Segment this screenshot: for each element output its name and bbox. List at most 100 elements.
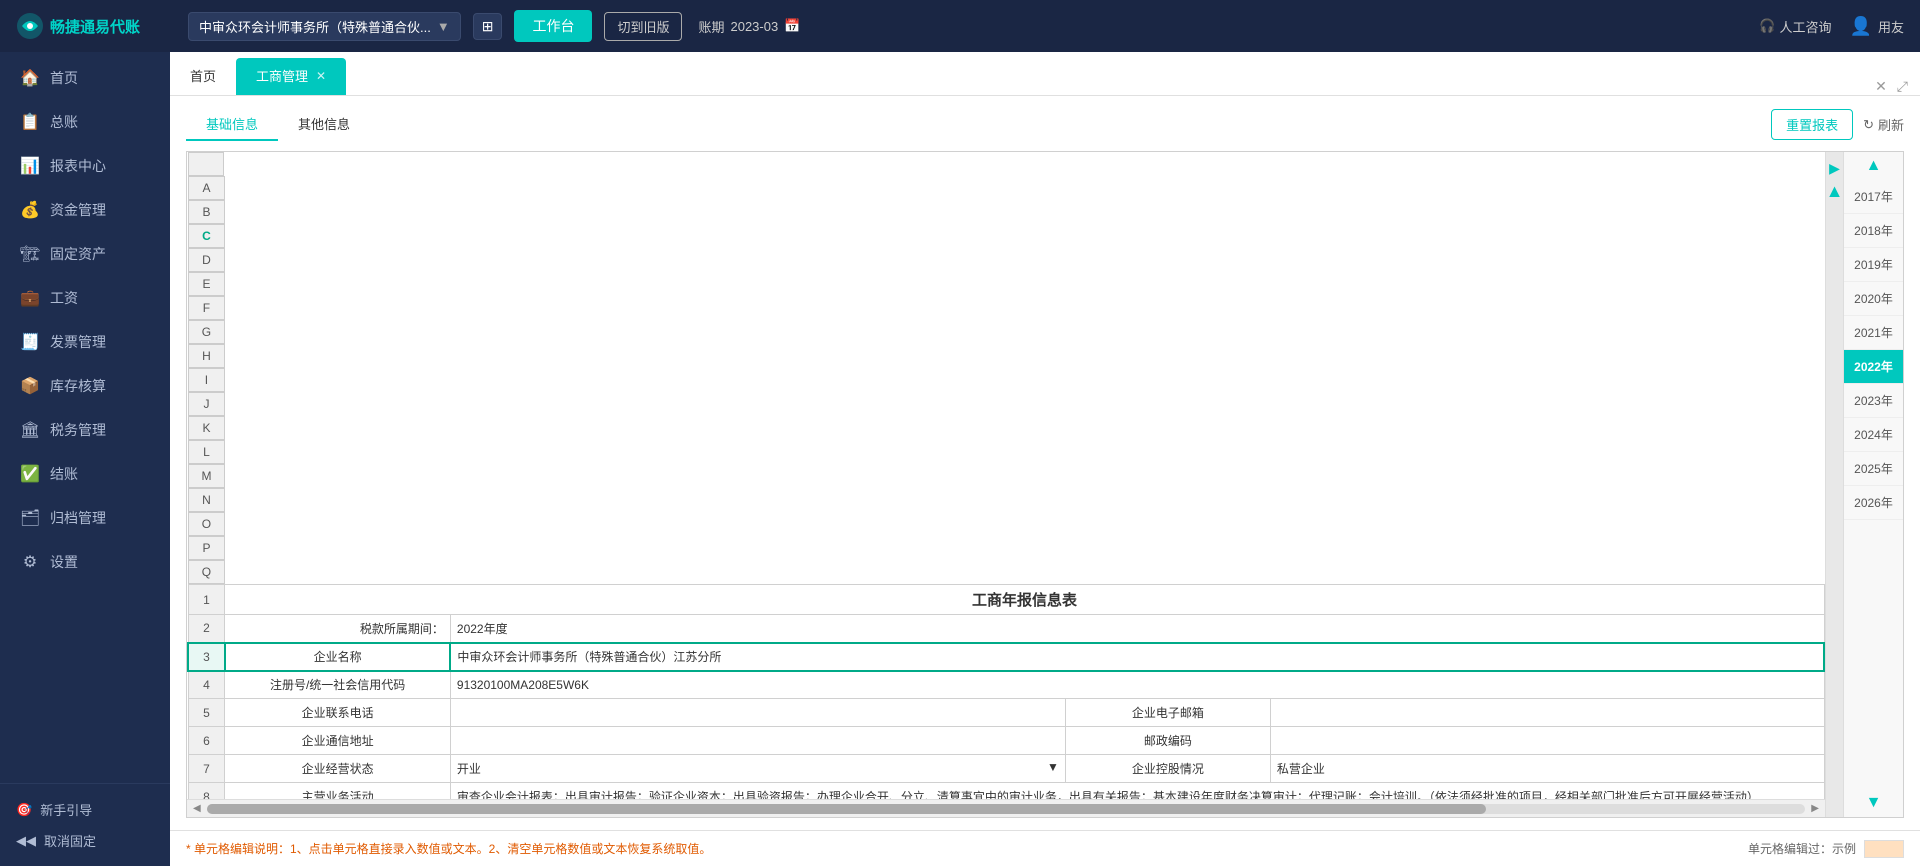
year-item-2018[interactable]: 2018年 (1844, 214, 1903, 248)
spreadsheet-main: A B C D E F G H I J (187, 152, 1825, 817)
tab-business[interactable]: 工商管理 ✕ (236, 58, 346, 95)
sidebar-item-tax[interactable]: 🏛 税务管理 (0, 408, 170, 452)
sidebar-unpin[interactable]: ◀◀ 取消固定 (16, 825, 154, 856)
reg-no-value[interactable]: 91320100MA208E5W6K (450, 671, 1824, 699)
col-header-I[interactable]: I (188, 368, 225, 392)
topbar-right: 🎧 人工咨询 👤 用友 (1759, 16, 1904, 37)
sidebar-item-ledger[interactable]: 📋 总账 (0, 100, 170, 144)
col-header-K[interactable]: K (188, 416, 225, 440)
holding-label: 企业控股情况 (1065, 755, 1270, 783)
sidebar-item-assets[interactable]: 🏗 固定资产 (0, 232, 170, 276)
window-close-icon[interactable]: ✕ (1875, 78, 1887, 95)
email-value[interactable] (1270, 699, 1824, 727)
col-header-B[interactable]: B (188, 200, 225, 224)
assets-icon: 🏗 (20, 244, 40, 264)
calendar-icon[interactable]: 📅 (784, 18, 800, 34)
cell-edit-note: * 单元格编辑说明：1、点击单元格直接录入数值或文本。2、清空单元格数值或文本恢… (186, 840, 711, 857)
year-scroll-up-button[interactable]: ▲ (1844, 152, 1903, 180)
table-row: 4 注册号/统一社会信用代码 91320100MA208E5W6K (188, 671, 1824, 699)
tab-close-icon[interactable]: ✕ (316, 69, 326, 83)
company-selector[interactable]: 中审众环会计师事务所（特殊普通合伙... ▼ (188, 12, 461, 41)
service-button[interactable]: 🎧 人工咨询 (1759, 17, 1831, 36)
sidebar-item-archive[interactable]: 🗂 归档管理 (0, 496, 170, 540)
main-biz-value[interactable]: 审查企业会计报表；出具审计报告；验证企业资本；出具验资报告；办理企业合开、分立、… (450, 783, 1824, 800)
col-header-O[interactable]: O (188, 512, 225, 536)
grid-scroll[interactable]: A B C D E F G H I J (187, 152, 1825, 799)
year-scroll-down-button[interactable]: ▼ (1844, 789, 1903, 817)
sidebar-item-inventory[interactable]: 📦 库存核算 (0, 364, 170, 408)
content-area: 首页 工商管理 ✕ ✕ ⤢ 基础信息 其他信息 (170, 52, 1920, 866)
refresh-icon: ↻ (1863, 117, 1874, 133)
sidebar-label-invoice: 发票管理 (50, 332, 106, 352)
col-header-J[interactable]: J (188, 392, 225, 416)
sidebar-item-capital[interactable]: 💰 资金管理 (0, 188, 170, 232)
year-panel-scroll: 2017年 2018年 2019年 2020年 2021年 2022年 2023… (1844, 180, 1903, 789)
hscroll-area: ◀ ▶ (187, 799, 1825, 817)
topbar: 畅捷通易代账 中审众环会计师事务所（特殊普通合伙... ▼ ⊞ 工作台 切到旧版… (0, 0, 1920, 52)
hscroll-right-icon[interactable]: ▶ (1809, 803, 1821, 814)
phone-value[interactable] (450, 699, 1065, 727)
dropdown-arrow-icon: ▼ (1047, 760, 1059, 774)
year-item-2020[interactable]: 2020年 (1844, 282, 1903, 316)
col-header-L[interactable]: L (188, 440, 225, 464)
col-header-F[interactable]: F (188, 296, 225, 320)
year-item-2017[interactable]: 2017年 (1844, 180, 1903, 214)
address-value[interactable] (450, 727, 1065, 755)
sidebar-item-settings[interactable]: ⚙ 设置 (0, 540, 170, 584)
inventory-icon: 📦 (20, 376, 40, 396)
reg-no-label: 注册号/统一社会信用代码 (225, 671, 451, 699)
year-item-2021[interactable]: 2021年 (1844, 316, 1903, 350)
col-header-N[interactable]: N (188, 488, 225, 512)
expand-up-icon[interactable]: ▲ (1826, 181, 1844, 202)
tab-home[interactable]: 首页 (170, 58, 236, 95)
holding-value[interactable]: 私营企业 (1270, 755, 1824, 783)
year-item-2023[interactable]: 2023年 (1844, 384, 1903, 418)
sidebar-newbie-guide[interactable]: 🎯 新手引导 (16, 794, 154, 825)
reset-report-button[interactable]: 重置报表 (1771, 109, 1853, 140)
sidebar-item-invoice[interactable]: 🧾 发票管理 (0, 320, 170, 364)
hscroll-left-icon[interactable]: ◀ (191, 803, 203, 814)
col-header-Q[interactable]: Q (188, 560, 225, 584)
biz-status-value[interactable]: 开业 ▼ (450, 755, 1065, 783)
collapse-right-icon[interactable]: ▶ (1829, 160, 1840, 177)
app-logo: 畅捷通易代账 (16, 12, 176, 40)
col-header-G[interactable]: G (188, 320, 225, 344)
year-item-2026[interactable]: 2026年 (1844, 486, 1903, 520)
tab-home-label: 首页 (190, 66, 216, 85)
col-header-A[interactable]: A (188, 176, 225, 200)
col-header-M[interactable]: M (188, 464, 225, 488)
sub-tab-basic[interactable]: 基础信息 (186, 108, 278, 141)
sub-tab-other[interactable]: 其他信息 (278, 108, 370, 141)
company-name-input[interactable]: 中审众环会计师事务所（特殊普通合伙）江苏分所 (450, 643, 1824, 671)
workbench-button[interactable]: 工作台 (514, 10, 592, 42)
year-item-2022[interactable]: 2022年 (1844, 350, 1903, 384)
col-header-P[interactable]: P (188, 536, 225, 560)
col-header-D[interactable]: D (188, 248, 225, 272)
col-header-H[interactable]: H (188, 344, 225, 368)
year-item-2025[interactable]: 2025年 (1844, 452, 1903, 486)
refresh-button[interactable]: ↻ 刷新 (1863, 115, 1904, 134)
sidebar-label-assets: 固定资产 (50, 244, 106, 264)
window-expand-icon[interactable]: ⤢ (1897, 78, 1908, 95)
sidebar-item-report[interactable]: 📊 报表中心 (0, 144, 170, 188)
col-header-E[interactable]: E (188, 272, 225, 296)
company-icon-button[interactable]: ⊞ (473, 13, 503, 40)
bottom-bar: * 单元格编辑说明：1、点击单元格直接录入数值或文本。2、清空单元格数值或文本恢… (170, 830, 1920, 866)
user-menu[interactable]: 👤 用友 (1850, 16, 1904, 37)
period-label: 账期 (698, 17, 724, 36)
postcode-value[interactable] (1270, 727, 1824, 755)
hscroll-track[interactable] (207, 804, 1806, 814)
year-item-2024[interactable]: 2024年 (1844, 418, 1903, 452)
col-header-C[interactable]: C (188, 224, 225, 248)
switch-version-button[interactable]: 切到旧版 (604, 12, 682, 41)
capital-icon: 💰 (20, 200, 40, 220)
sidebar-label-tax: 税务管理 (50, 420, 106, 440)
row-num-8: 8 (188, 783, 225, 800)
year-item-2019[interactable]: 2019年 (1844, 248, 1903, 282)
sidebar-item-payroll[interactable]: 💼 工资 (0, 276, 170, 320)
app-name: 畅捷通易代账 (50, 16, 140, 37)
biz-status-label: 企业经营状态 (225, 755, 451, 783)
headset-icon: 🎧 (1759, 18, 1775, 34)
sidebar-item-close[interactable]: ✅ 结账 (0, 452, 170, 496)
sidebar-item-home[interactable]: 🏠 首页 (0, 56, 170, 100)
